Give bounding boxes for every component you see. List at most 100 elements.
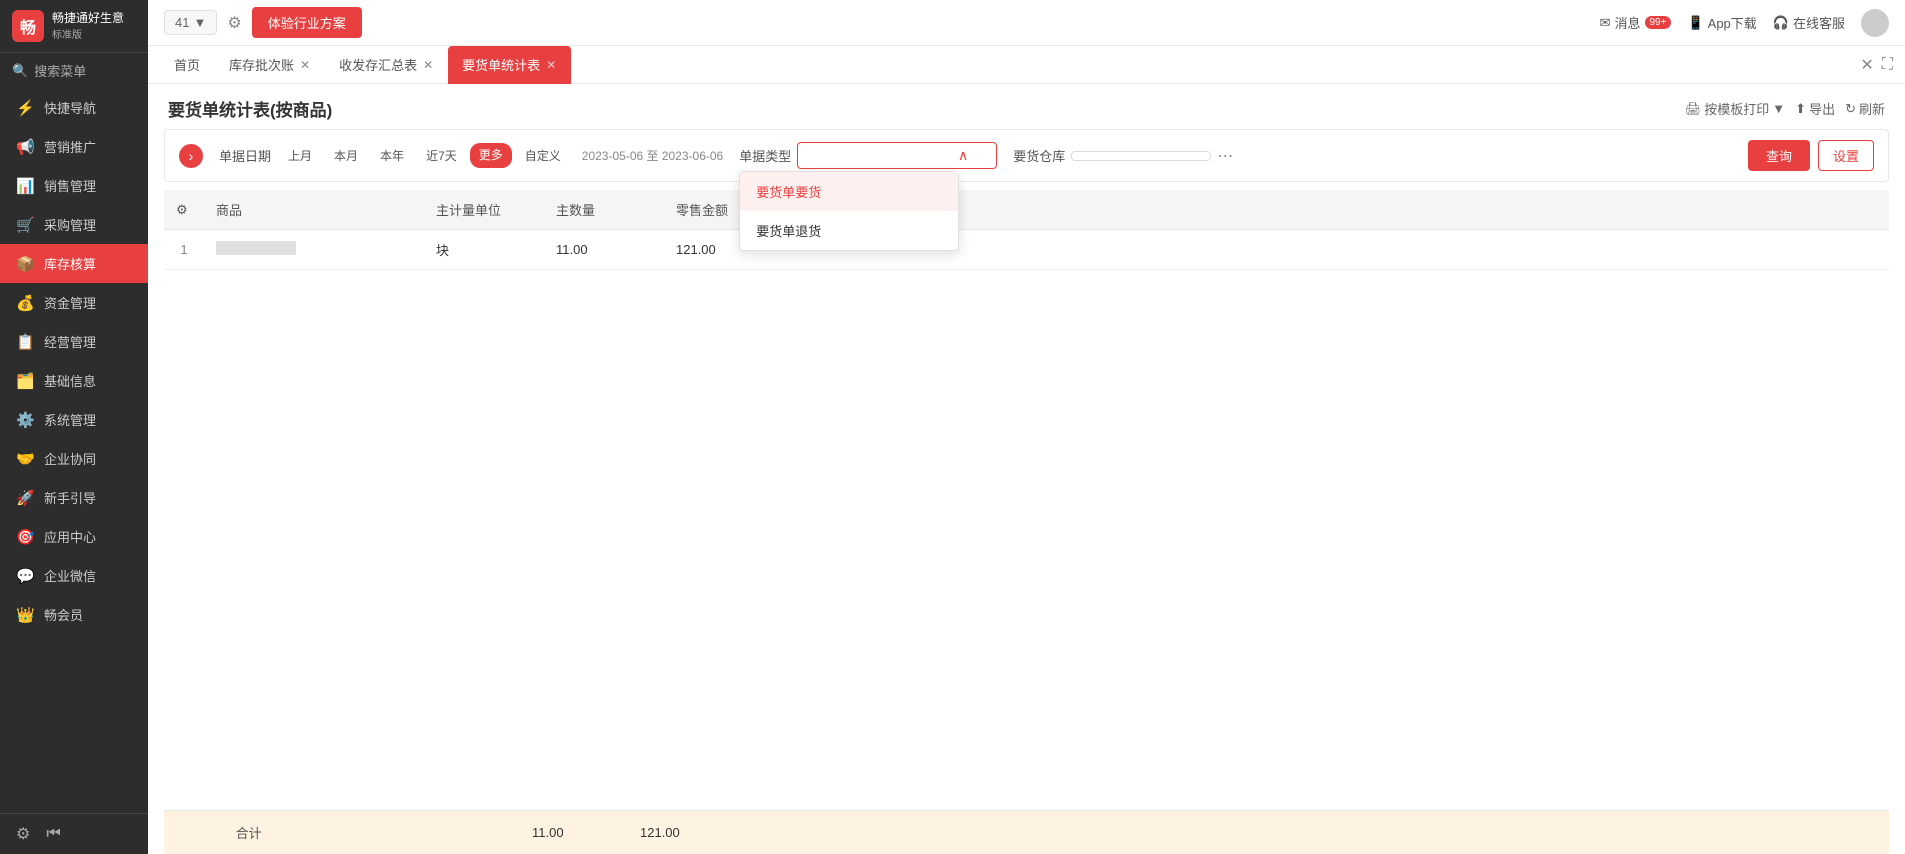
online-service-item[interactable]: 🎧 在线客服 — [1773, 13, 1845, 32]
expand-filter-button[interactable]: › — [179, 144, 203, 168]
sidebar-item-member[interactable]: 👑 畅会员 — [0, 595, 148, 634]
sidebar-item-label: 企业协同 — [44, 449, 96, 468]
tab-home-label: 首页 — [174, 55, 200, 74]
sidebar-item-basic[interactable]: 🗂️ 基础信息 — [0, 361, 148, 400]
marketing-icon: 📢 — [16, 138, 34, 156]
logo-icon: 畅 — [12, 10, 44, 42]
sidebar-item-inventory[interactable]: 📦 库存核算 — [0, 244, 148, 283]
basic-icon: 🗂️ — [16, 372, 34, 390]
sidebar-item-purchase[interactable]: 🛒 采购管理 — [0, 205, 148, 244]
warehouse-select[interactable] — [1071, 151, 1211, 161]
settings-bottom-icon[interactable]: ⚙ — [16, 824, 30, 844]
online-service-label: 在线客服 — [1793, 13, 1845, 32]
expand-fullscreen-icon[interactable]: ⛶ — [1882, 56, 1893, 74]
sidebar-item-finance[interactable]: 💰 资金管理 — [0, 283, 148, 322]
collapse-sidebar-icon[interactable]: ⏮ — [46, 825, 60, 843]
table-footer: 合计 11.00 121.00 — [164, 810, 1889, 854]
footer-label: 合计 — [180, 823, 400, 842]
sidebar-item-guide[interactable]: 🚀 新手引导 — [0, 478, 148, 517]
type-dropdown-menu: 要货单要货 要货单退货 — [739, 171, 959, 251]
type-select-dropdown[interactable]: ∧ — [797, 142, 997, 169]
row-no: 1 — [164, 230, 204, 270]
app-download-item[interactable]: 📱 App下载 — [1687, 13, 1756, 32]
row-product — [204, 230, 424, 270]
top-header: 41 ▼ ⚙ 体验行业方案 ✉ 消息 99+ 📱 App下载 🎧 在线客服 — [148, 0, 1905, 46]
setup-button[interactable]: 设置 — [1818, 140, 1874, 171]
date-btn-custom[interactable]: 自定义 — [516, 143, 570, 168]
sidebar-search[interactable]: 🔍 搜索菜单 — [0, 53, 148, 88]
tab-order-stats[interactable]: 要货单统计表 ✕ — [448, 46, 571, 84]
sidebar-item-operation[interactable]: 📋 经营管理 — [0, 322, 148, 361]
trial-button[interactable]: 体验行业方案 — [252, 7, 362, 38]
tab-order-stats-label: 要货单统计表 — [462, 55, 540, 74]
message-item[interactable]: ✉ 消息 99+ — [1600, 13, 1672, 32]
system-icon: ⚙️ — [16, 411, 34, 429]
date-btn-more[interactable]: 更多 — [470, 143, 512, 168]
print-label: 按模板打印 — [1704, 99, 1769, 118]
sidebar-item-enterprise[interactable]: 🤝 企业协同 — [0, 439, 148, 478]
sidebar-item-system[interactable]: ⚙️ 系统管理 — [0, 400, 148, 439]
type-filter-label: 单据类型 — [739, 146, 791, 165]
message-badge: 99+ — [1645, 16, 1672, 29]
member-icon: 👑 — [16, 606, 34, 624]
footer-total-qty: 11.00 — [520, 825, 640, 840]
date-range-display: 2023-05-06 至 2023-06-06 — [582, 147, 723, 164]
sidebar-item-wechat[interactable]: 💬 企业微信 — [0, 556, 148, 595]
tab-receivable-label: 收发存汇总表 — [339, 55, 417, 74]
page-title-bar: 要货单统计表(按商品) 🖨 按模板打印 ▼ ⬆ 导出 ↻ 刷新 — [148, 84, 1905, 129]
search-icon: 🔍 — [12, 63, 28, 79]
tab-close-icon[interactable]: ✕ — [423, 58, 433, 72]
query-button[interactable]: 查询 — [1748, 140, 1810, 171]
refresh-button[interactable]: ↻ 刷新 — [1845, 99, 1885, 118]
date-btn-this-month[interactable]: 本月 — [325, 143, 367, 168]
store-selector[interactable]: 41 ▼ — [164, 10, 217, 35]
dropdown-item-order-return[interactable]: 要货单退货 — [740, 211, 958, 250]
app-download-icon: 📱 — [1687, 15, 1703, 31]
dropdown-item-order-goods[interactable]: 要货单要货 — [740, 172, 958, 211]
tab-receivable-summary[interactable]: 收发存汇总表 ✕ — [325, 46, 448, 84]
date-btn-last-month[interactable]: 上月 — [279, 143, 321, 168]
th-settings: ⚙ — [164, 190, 204, 230]
tab-inventory-batch[interactable]: 库存批次账 ✕ — [215, 46, 325, 84]
sidebar-item-sales[interactable]: 📊 销售管理 — [0, 166, 148, 205]
column-settings-icon[interactable]: ⚙ — [176, 202, 188, 217]
sales-icon: 📊 — [16, 177, 34, 195]
tab-home[interactable]: 首页 — [160, 46, 215, 84]
refresh-label: 刷新 — [1859, 99, 1885, 118]
export-icon: ⬆ — [1795, 101, 1806, 117]
type-select-arrow-icon: ∧ — [958, 147, 968, 164]
finance-icon: 💰 — [16, 294, 34, 312]
avatar[interactable] — [1861, 9, 1889, 37]
filter-more-icon[interactable]: ⋯ — [1217, 146, 1233, 166]
logo-name: 畅捷通好生意 — [52, 11, 124, 27]
sidebar-item-label: 应用中心 — [44, 527, 96, 546]
tab-close-icon[interactable]: ✕ — [546, 58, 556, 72]
title-actions: 🖨 按模板打印 ▼ ⬆ 导出 ↻ 刷新 — [1685, 99, 1885, 118]
export-button[interactable]: ⬆ 导出 — [1795, 99, 1835, 118]
print-button[interactable]: 🖨 按模板打印 ▼ — [1685, 99, 1785, 118]
sidebar-item-label: 采购管理 — [44, 215, 96, 234]
sidebar: 畅 畅捷通好生意 标准版 🔍 搜索菜单 ⚡ 快捷导航 📢 营销推广 📊 销售管理… — [0, 0, 148, 854]
row-unit: 块 — [424, 230, 544, 270]
date-btn-7days[interactable]: 近7天 — [417, 143, 466, 168]
headset-icon: 🎧 — [1773, 15, 1789, 31]
sidebar-logo: 畅 畅捷通好生意 标准版 — [0, 0, 148, 53]
operation-icon: 📋 — [16, 333, 34, 351]
tab-close-icon[interactable]: ✕ — [300, 58, 310, 72]
sidebar-item-quick-nav[interactable]: ⚡ 快捷导航 — [0, 88, 148, 127]
sidebar-item-label: 基础信息 — [44, 371, 96, 390]
date-filter-label: 单据日期 — [219, 146, 271, 165]
date-btn-this-year[interactable]: 本年 — [371, 143, 413, 168]
app-download-label: App下载 — [1708, 13, 1757, 32]
expand-close-icon[interactable]: ✕ — [1860, 55, 1873, 75]
sidebar-item-appstore[interactable]: 🎯 应用中心 — [0, 517, 148, 556]
tabs-bar: 首页 库存批次账 ✕ 收发存汇总表 ✕ 要货单统计表 ✕ ✕ ⛶ — [148, 46, 1905, 84]
th-unit: 主计量单位 — [424, 190, 544, 230]
sidebar-item-label: 快捷导航 — [44, 98, 96, 117]
sidebar-item-marketing[interactable]: 📢 营销推广 — [0, 127, 148, 166]
sidebar-item-label: 库存核算 — [44, 254, 96, 273]
appstore-icon: 🎯 — [16, 528, 34, 546]
header-settings-icon[interactable]: ⚙ — [227, 13, 241, 33]
sidebar-item-label: 企业微信 — [44, 566, 96, 585]
th-product: 商品 — [204, 190, 424, 230]
